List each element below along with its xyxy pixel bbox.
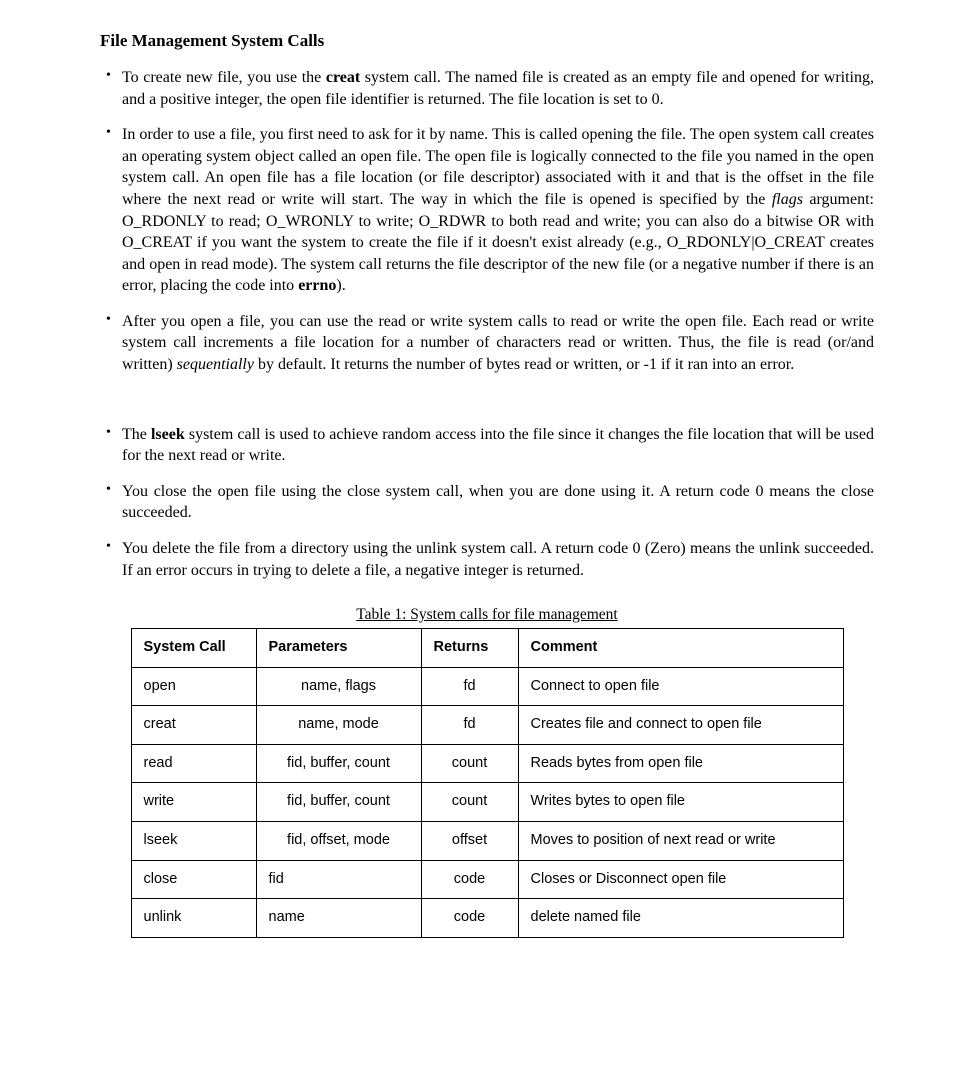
syscalls-table: System Call Parameters Returns Comment o… xyxy=(131,628,844,938)
cell-returns: offset xyxy=(421,821,518,860)
text: In order to use a file, you first need t… xyxy=(122,126,874,208)
th-returns: Returns xyxy=(421,629,518,668)
bullet-list-2: The lseek system call is used to achieve… xyxy=(100,424,874,582)
spacer xyxy=(100,390,874,424)
keyword-errno: errno xyxy=(298,277,336,294)
text: ). xyxy=(336,277,345,294)
table-row: write fid, buffer, count count Writes by… xyxy=(131,783,843,822)
text: The xyxy=(122,426,151,443)
th-system-call: System Call xyxy=(131,629,256,668)
cell-returns: code xyxy=(421,860,518,899)
cell-syscall: close xyxy=(131,860,256,899)
table-caption: Table 1: System calls for file managemen… xyxy=(100,605,874,626)
cell-comment: Moves to position of next read or write xyxy=(518,821,843,860)
th-comment: Comment xyxy=(518,629,843,668)
keyword-flags: flags xyxy=(772,191,803,208)
text: system call is used to achieve random ac… xyxy=(122,426,874,465)
text: You close the open file using the close … xyxy=(122,483,874,522)
text: You delete the file from a directory usi… xyxy=(122,540,874,579)
cell-comment: Creates file and connect to open file xyxy=(518,706,843,745)
table-row: close fid code Closes or Disconnect open… xyxy=(131,860,843,899)
cell-syscall: creat xyxy=(131,706,256,745)
cell-params: name, mode xyxy=(256,706,421,745)
cell-comment: Closes or Disconnect open file xyxy=(518,860,843,899)
cell-params: fid, offset, mode xyxy=(256,821,421,860)
cell-syscall: unlink xyxy=(131,899,256,938)
cell-returns: code xyxy=(421,899,518,938)
cell-syscall: read xyxy=(131,744,256,783)
cell-params: fid, buffer, count xyxy=(256,783,421,822)
cell-returns: fd xyxy=(421,706,518,745)
bullet-unlink: You delete the file from a directory usi… xyxy=(122,538,874,581)
table-row: unlink name code delete named file xyxy=(131,899,843,938)
bullet-close: You close the open file using the close … xyxy=(122,481,874,524)
table-row: open name, flags fd Connect to open file xyxy=(131,667,843,706)
cell-syscall: write xyxy=(131,783,256,822)
text: by default. It returns the number of byt… xyxy=(254,356,794,373)
cell-syscall: lseek xyxy=(131,821,256,860)
th-parameters: Parameters xyxy=(256,629,421,668)
bullet-readwrite: After you open a file, you can use the r… xyxy=(122,311,874,376)
bullet-creat: To create new file, you use the creat sy… xyxy=(122,67,874,110)
section-heading: File Management System Calls xyxy=(100,30,874,53)
cell-params: name, flags xyxy=(256,667,421,706)
cell-params: fid, buffer, count xyxy=(256,744,421,783)
cell-returns: count xyxy=(421,744,518,783)
keyword-lseek: lseek xyxy=(151,426,185,443)
cell-params: fid xyxy=(256,860,421,899)
table-header-row: System Call Parameters Returns Comment xyxy=(131,629,843,668)
table-row: lseek fid, offset, mode offset Moves to … xyxy=(131,821,843,860)
cell-comment: delete named file xyxy=(518,899,843,938)
cell-returns: count xyxy=(421,783,518,822)
bullet-open: In order to use a file, you first need t… xyxy=(122,124,874,297)
cell-comment: Writes bytes to open file xyxy=(518,783,843,822)
keyword-sequentially: sequentially xyxy=(177,356,254,373)
cell-params: name xyxy=(256,899,421,938)
keyword-creat: creat xyxy=(326,69,360,86)
bullet-list: To create new file, you use the creat sy… xyxy=(100,67,874,376)
cell-syscall: open xyxy=(131,667,256,706)
cell-returns: fd xyxy=(421,667,518,706)
text: To create new file, you use the xyxy=(122,69,326,86)
cell-comment: Connect to open file xyxy=(518,667,843,706)
table-row: creat name, mode fd Creates file and con… xyxy=(131,706,843,745)
cell-comment: Reads bytes from open file xyxy=(518,744,843,783)
table-row: read fid, buffer, count count Reads byte… xyxy=(131,744,843,783)
bullet-lseek: The lseek system call is used to achieve… xyxy=(122,424,874,467)
